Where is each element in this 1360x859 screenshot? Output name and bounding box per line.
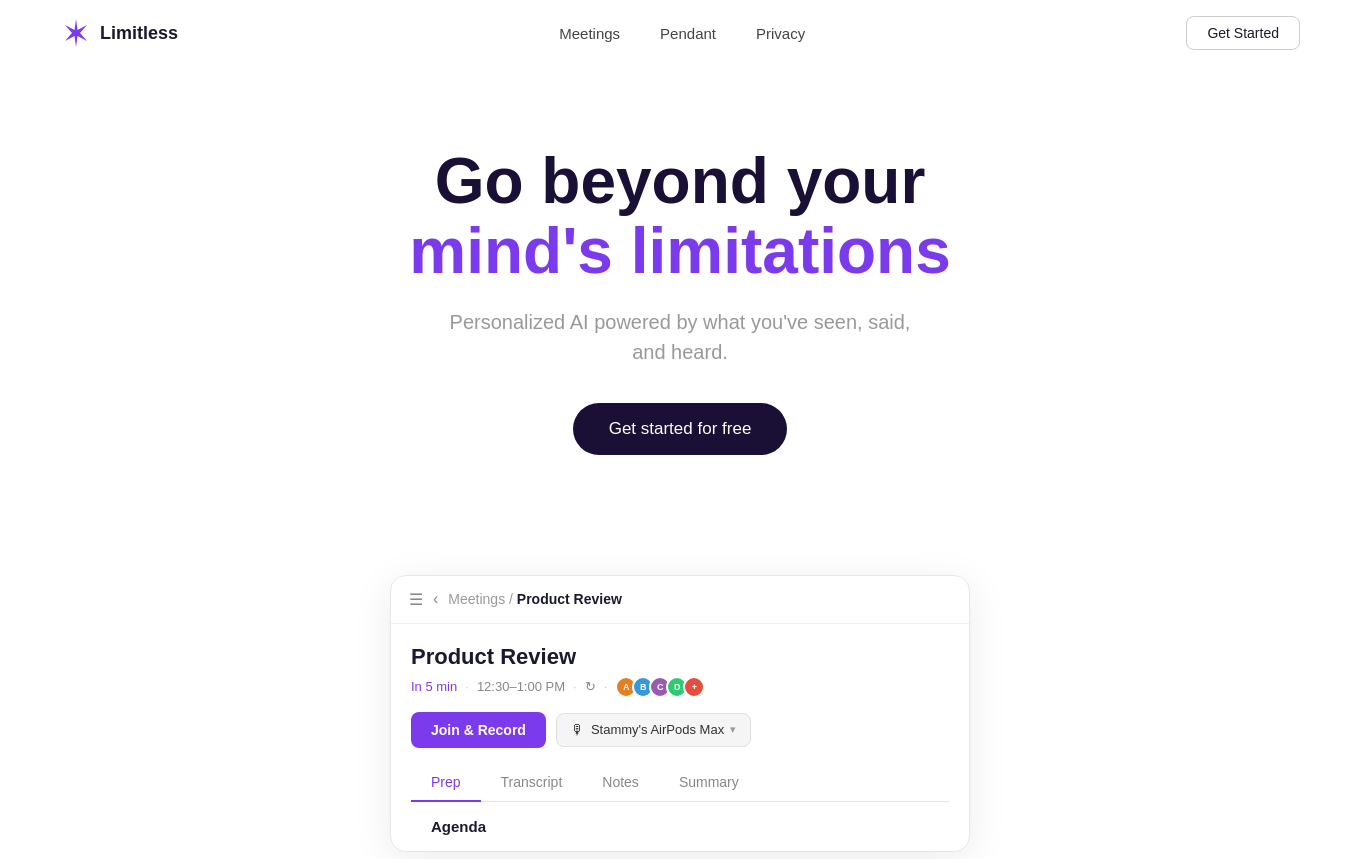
back-icon[interactable]: ‹ xyxy=(433,590,438,608)
hamburger-icon[interactable]: ☰ xyxy=(409,590,423,609)
logo[interactable]: Limitless xyxy=(60,17,178,49)
meeting-actions: Join & Record 🎙 Stammy's AirPods Max ▾ xyxy=(411,712,949,748)
agenda-label: Agenda xyxy=(431,818,929,835)
hero-subtitle: Personalized AI powered by what you've s… xyxy=(440,307,920,367)
join-record-button[interactable]: Join & Record xyxy=(411,712,546,748)
app-preview-wrapper: ☰ ‹ Meetings / Product Review Product Re… xyxy=(0,575,1360,852)
app-tabs: Prep Transcript Notes Summary xyxy=(411,764,949,802)
breadcrumb-current: Product Review xyxy=(517,591,622,607)
hero-title-line2: mind's limitations xyxy=(409,215,951,287)
hero-cta-button[interactable]: Get started for free xyxy=(573,403,788,455)
meeting-time: 12:30–1:00 PM xyxy=(477,679,565,694)
hero-title-line1: Go beyond your xyxy=(435,145,926,217)
breadcrumb-base: Meetings / xyxy=(448,591,516,607)
nav-pendant[interactable]: Pendant xyxy=(660,25,716,42)
tab-prep[interactable]: Prep xyxy=(411,764,481,802)
tab-notes[interactable]: Notes xyxy=(582,764,659,802)
logo-text: Limitless xyxy=(100,23,178,44)
dot-separator-2: · xyxy=(573,679,577,694)
meeting-title: Product Review xyxy=(411,644,949,670)
tab-summary[interactable]: Summary xyxy=(659,764,759,802)
meeting-avatars: A B C D + xyxy=(615,676,705,698)
app-preview: ☰ ‹ Meetings / Product Review Product Re… xyxy=(390,575,970,852)
audio-device-button[interactable]: 🎙 Stammy's AirPods Max ▾ xyxy=(556,713,751,747)
app-topbar: ☰ ‹ Meetings / Product Review xyxy=(391,576,969,624)
hero-section: Go beyond your mind's limitations Person… xyxy=(0,66,1360,515)
dot-separator-1: · xyxy=(465,679,469,694)
tab-transcript[interactable]: Transcript xyxy=(481,764,583,802)
nav-links: Meetings Pendant Privacy xyxy=(559,25,805,42)
sync-icon: ↻ xyxy=(585,679,596,694)
navbar: Limitless Meetings Pendant Privacy Get S… xyxy=(0,0,1360,66)
chevron-down-icon: ▾ xyxy=(730,723,736,736)
meeting-time-badge: In 5 min xyxy=(411,679,457,694)
mic-icon: 🎙 xyxy=(571,722,585,738)
nav-meetings[interactable]: Meetings xyxy=(559,25,620,42)
logo-icon xyxy=(60,17,92,49)
avatar-5: + xyxy=(683,676,705,698)
audio-device-label: Stammy's AirPods Max xyxy=(591,722,724,737)
breadcrumb: Meetings / Product Review xyxy=(448,591,622,607)
nav-get-started-button[interactable]: Get Started xyxy=(1186,16,1300,50)
nav-privacy[interactable]: Privacy xyxy=(756,25,805,42)
meeting-meta: In 5 min · 12:30–1:00 PM · ↻ · A B C D + xyxy=(411,676,949,698)
hero-title: Go beyond your mind's limitations xyxy=(409,146,951,287)
app-content: Product Review In 5 min · 12:30–1:00 PM … xyxy=(391,624,969,851)
dot-separator-3: · xyxy=(604,679,608,694)
tab-content: Agenda xyxy=(411,802,949,851)
